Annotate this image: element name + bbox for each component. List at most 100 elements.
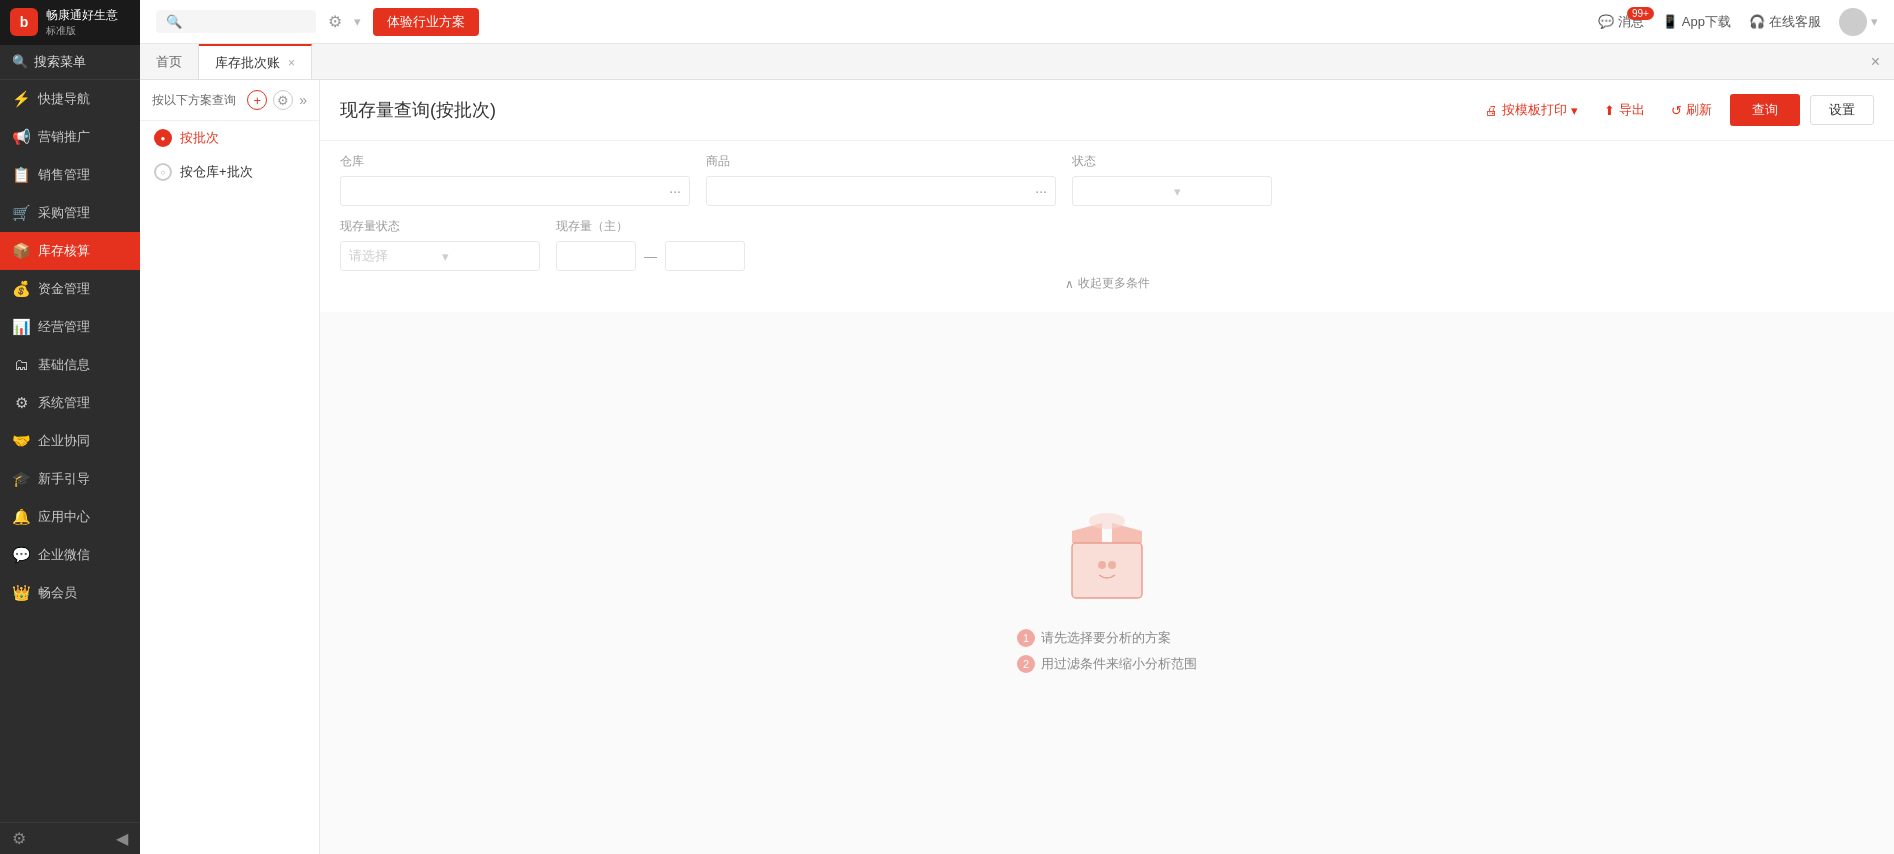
- empty-tips: 1 请先选择要分析的方案 2 用过滤条件来缩小分析范围: [1017, 629, 1197, 673]
- sidebar-item-inventory[interactable]: 📦 库存核算: [0, 232, 140, 270]
- sidebar-item-label: 库存核算: [38, 242, 90, 260]
- app-download-btn[interactable]: 📱 App下载: [1662, 13, 1731, 31]
- tip-text-1: 请先选择要分析的方案: [1041, 629, 1171, 647]
- query-btn[interactable]: 查询: [1730, 94, 1800, 126]
- tab-home[interactable]: 首页: [140, 44, 199, 79]
- footer-collapse-icon[interactable]: ◀: [116, 829, 128, 848]
- phone-icon: 📱: [1662, 14, 1678, 29]
- sidebar-item-label: 采购管理: [38, 204, 90, 222]
- close-all-tabs-btn[interactable]: ×: [1857, 53, 1894, 71]
- sidebar-item-marketing[interactable]: 📢 营销推广: [0, 118, 140, 156]
- member-icon: 👑: [12, 584, 30, 602]
- online-service-btn[interactable]: 🎧 在线客服: [1749, 13, 1821, 31]
- product-more-icon[interactable]: ···: [1035, 183, 1047, 199]
- search-menu-label: 搜索菜单: [34, 53, 86, 71]
- left-panel: 按以下方案查询 + ⚙ » ● 按批次 ○ 按仓库+批次: [140, 80, 320, 854]
- product-input[interactable]: ···: [706, 176, 1056, 206]
- tabs-bar: 首页 库存批次账 × ×: [140, 44, 1894, 80]
- finance-icon: 💰: [12, 280, 30, 298]
- messages-btn[interactable]: 💬 消息 99+: [1598, 13, 1644, 31]
- warehouse-more-icon[interactable]: ···: [669, 183, 681, 199]
- topbar: 🔍 ⚙ ▾ 体验行业方案 💬 消息 99+ 📱 App下载 🎧 在线客服 ▾: [140, 0, 1894, 44]
- product-label: 商品: [706, 153, 1056, 170]
- filter-stock-status: 现存量状态 请选择 ▾: [340, 218, 540, 271]
- search-icon: 🔍: [12, 54, 28, 69]
- app-logo: b: [10, 8, 38, 36]
- app-center-icon: 🔔: [12, 508, 30, 526]
- sidebar-item-operations[interactable]: 📊 经营管理: [0, 308, 140, 346]
- status-label: 状态: [1072, 153, 1272, 170]
- sidebar-item-label: 资金管理: [38, 280, 90, 298]
- sidebar-item-purchase[interactable]: 🛒 采购管理: [0, 194, 140, 232]
- svg-point-4: [1098, 561, 1106, 569]
- tip-num-2: 2: [1017, 655, 1035, 673]
- export-btn[interactable]: ⬆ 导出: [1596, 97, 1653, 123]
- sidebar-item-quick-nav[interactable]: ⚡ 快捷导航: [0, 80, 140, 118]
- content-area: 按以下方案查询 + ⚙ » ● 按批次 ○ 按仓库+批次 现存量查询: [140, 80, 1894, 854]
- topbar-gear-icon[interactable]: ⚙: [328, 12, 342, 31]
- user-avatar-btn[interactable]: ▾: [1839, 8, 1878, 36]
- stock-qty-max[interactable]: [665, 241, 745, 271]
- refresh-btn[interactable]: ↺ 刷新: [1663, 97, 1720, 123]
- scheme-settings-btn[interactable]: ⚙: [273, 90, 293, 110]
- search-menu-item[interactable]: 🔍 搜索菜单: [0, 45, 140, 80]
- sidebar-item-app-center[interactable]: 🔔 应用中心: [0, 498, 140, 536]
- sidebar-item-newbie[interactable]: 🎓 新手引导: [0, 460, 140, 498]
- topbar-dropdown-icon[interactable]: ▾: [354, 14, 361, 29]
- right-main: 现存量查询(按批次) 🖨 按模板打印 ▾ ⬆ 导出 ↺: [320, 80, 1894, 854]
- sidebar-brand: 畅康通好生意 标准版: [46, 8, 118, 37]
- trial-btn[interactable]: 体验行业方案: [373, 8, 479, 36]
- sidebar-item-finance[interactable]: 💰 资金管理: [0, 270, 140, 308]
- brand-name: 畅康通好生意: [46, 8, 118, 24]
- footer-settings-icon[interactable]: ⚙: [12, 829, 26, 848]
- topbar-search-input[interactable]: [188, 15, 288, 29]
- marketing-icon: 📢: [12, 128, 30, 146]
- left-panel-title: 按以下方案查询: [152, 92, 236, 109]
- page-title: 现存量查询(按批次): [340, 98, 496, 122]
- warehouse-input[interactable]: ···: [340, 176, 690, 206]
- left-panel-header: 按以下方案查询 + ⚙ »: [140, 80, 319, 121]
- collapse-more-label: 收起更多条件: [1078, 275, 1150, 292]
- sidebar-item-label: 企业微信: [38, 546, 90, 564]
- range-dash: —: [644, 249, 657, 264]
- add-scheme-btn[interactable]: +: [247, 90, 267, 110]
- status-dropdown-icon: ▾: [1174, 184, 1263, 199]
- sidebar-header: b 畅康通好生意 标准版: [0, 0, 140, 45]
- quick-nav-icon: ⚡: [12, 90, 30, 108]
- left-panel-collapse-btn[interactable]: »: [299, 92, 307, 108]
- scheme-by-warehouse-batch[interactable]: ○ 按仓库+批次: [140, 155, 319, 189]
- product-text-input[interactable]: [715, 184, 1031, 199]
- stock-status-label: 现存量状态: [340, 218, 540, 235]
- tab-close-icon[interactable]: ×: [288, 56, 295, 70]
- page-header: 现存量查询(按批次) 🖨 按模板打印 ▾ ⬆ 导出 ↺: [320, 80, 1894, 141]
- stock-status-placeholder: 请选择: [349, 247, 438, 265]
- scheme-dot-active: ●: [154, 129, 172, 147]
- print-template-btn[interactable]: 🖨 按模板打印 ▾: [1477, 97, 1586, 123]
- stock-status-select[interactable]: 请选择 ▾: [340, 241, 540, 271]
- scheme-by-batch[interactable]: ● 按批次: [140, 121, 319, 155]
- empty-svg-icon: [1047, 493, 1167, 613]
- sidebar-item-member[interactable]: 👑 畅会员: [0, 574, 140, 612]
- sidebar-item-basic[interactable]: 🗂 基础信息: [0, 346, 140, 384]
- tab-batch-account[interactable]: 库存批次账 ×: [199, 44, 312, 79]
- stock-qty-min[interactable]: [556, 241, 636, 271]
- sidebar-item-sales[interactable]: 📋 销售管理: [0, 156, 140, 194]
- tab-batch-label: 库存批次账: [215, 54, 280, 72]
- scheme-label: 按批次: [180, 129, 219, 147]
- settings-btn[interactable]: 设置: [1810, 95, 1874, 125]
- sidebar-item-label: 新手引导: [38, 470, 90, 488]
- sidebar-item-wechat[interactable]: 💬 企业微信: [0, 536, 140, 574]
- topbar-search-box[interactable]: 🔍: [156, 10, 316, 33]
- sidebar-item-label: 营销推广: [38, 128, 90, 146]
- warehouse-text-input[interactable]: [349, 184, 665, 199]
- status-select[interactable]: ▾: [1072, 176, 1272, 206]
- stock-qty-label: 现存量（主）: [556, 218, 745, 235]
- filter-row-1: 仓库 ··· 商品 ···: [340, 153, 1874, 206]
- sales-icon: 📋: [12, 166, 30, 184]
- export-icon: ⬆: [1604, 103, 1615, 118]
- refresh-icon: ↺: [1671, 103, 1682, 118]
- sidebar-item-enterprise[interactable]: 🤝 企业协同: [0, 422, 140, 460]
- tip-num-1: 1: [1017, 629, 1035, 647]
- collapse-more-btn[interactable]: ∧ 收起更多条件: [340, 271, 1874, 300]
- sidebar-item-system[interactable]: ⚙ 系统管理: [0, 384, 140, 422]
